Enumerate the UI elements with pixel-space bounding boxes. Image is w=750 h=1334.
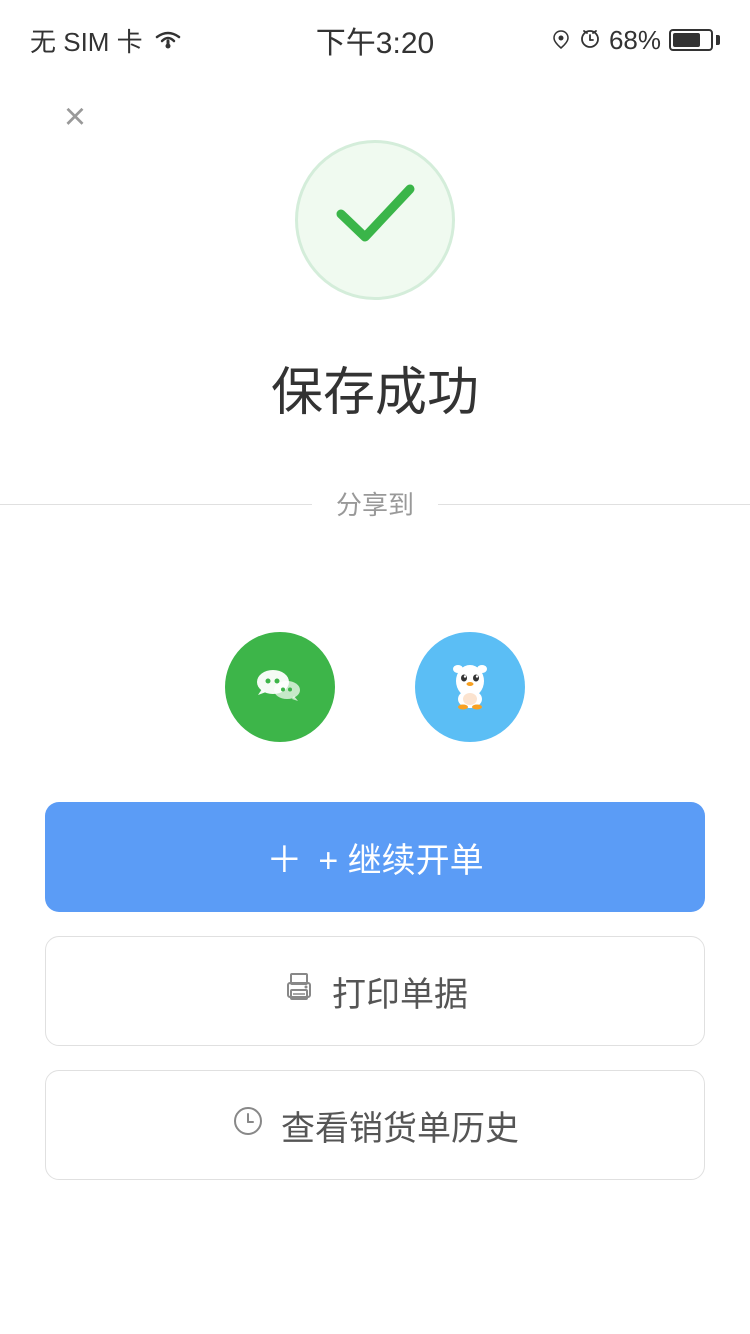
status-time: 下午3:20	[316, 18, 434, 62]
battery-icon	[669, 29, 720, 51]
history-icon	[231, 1104, 265, 1147]
sim-text: 无 SIM 卡	[30, 22, 143, 59]
status-bar: 无 SIM 卡 下午3:20 68%	[0, 0, 750, 80]
location-icon	[551, 25, 571, 56]
close-icon: ×	[64, 98, 86, 136]
qq-share-button[interactable]	[415, 632, 525, 742]
history-label: 查看销货单历史	[281, 1101, 519, 1150]
status-right: 68%	[551, 25, 720, 56]
alarm-icon	[579, 25, 601, 56]
print-label: 打印单据	[332, 967, 468, 1016]
share-label: 分享到	[312, 485, 438, 522]
share-section: 分享到	[0, 485, 750, 522]
print-button[interactable]: 打印单据	[45, 936, 705, 1046]
battery-percentage: 68%	[609, 25, 661, 56]
wechat-share-button[interactable]	[225, 632, 335, 742]
success-title: 保存成功	[271, 350, 479, 425]
checkmark-icon	[333, 179, 418, 262]
action-buttons: ＋ + 继续开单 打印单据	[45, 802, 705, 1180]
continue-order-button[interactable]: ＋ + 继续开单	[45, 802, 705, 912]
continue-order-label: + 继续开单	[318, 833, 483, 882]
printer-icon	[282, 970, 316, 1013]
success-circle	[295, 140, 455, 300]
share-icons	[225, 632, 525, 742]
history-button[interactable]: 查看销货单历史	[45, 1070, 705, 1180]
status-left: 无 SIM 卡	[30, 22, 183, 59]
close-button[interactable]: ×	[50, 92, 100, 142]
plus-icon: ＋	[266, 831, 302, 883]
wifi-icon	[153, 25, 183, 56]
main-content: 保存成功 分享到	[0, 80, 750, 1180]
